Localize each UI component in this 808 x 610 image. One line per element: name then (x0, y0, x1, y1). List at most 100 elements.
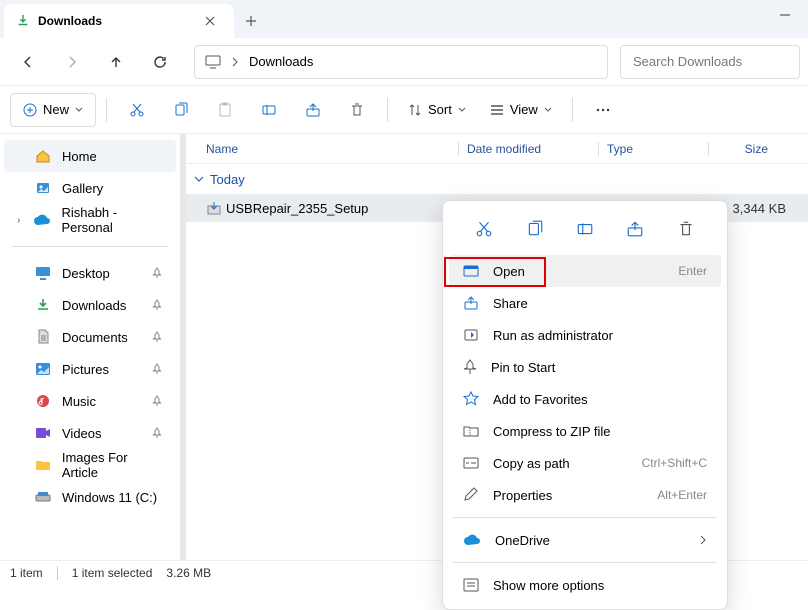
share-icon (463, 295, 479, 311)
drive-icon (34, 491, 52, 503)
view-label: View (510, 102, 538, 117)
ctx-copy-path[interactable]: Copy as path Ctrl+Shift+C (449, 447, 721, 479)
zip-icon (463, 424, 479, 438)
videos-icon (34, 427, 52, 439)
ctx-open[interactable]: Open Enter (449, 255, 721, 287)
onedrive-icon (33, 214, 51, 226)
ctx-rename-button[interactable] (567, 213, 603, 245)
breadcrumb-chevron-icon (231, 57, 239, 67)
sidebar-label: Pictures (62, 362, 109, 377)
pin-icon (152, 267, 166, 279)
column-date[interactable]: Date modified (458, 142, 598, 156)
sidebar-item-downloads[interactable]: Downloads (4, 289, 176, 321)
sidebar-label: Images For Article (62, 450, 166, 480)
ctx-pin-start[interactable]: Pin to Start (449, 351, 721, 383)
sidebar-label: Windows 11 (C:) (62, 490, 157, 505)
search-input[interactable]: Search Downloads (620, 45, 800, 79)
ctx-label: Properties (493, 488, 643, 503)
ctx-delete-button[interactable] (668, 213, 704, 245)
ctx-copy-button[interactable] (517, 213, 553, 245)
forward-button[interactable] (52, 44, 92, 80)
download-icon (16, 14, 30, 28)
pin-icon (463, 359, 477, 375)
ctx-compress[interactable]: Compress to ZIP file (449, 415, 721, 447)
more-icon (463, 578, 479, 592)
sidebar-item-images-article[interactable]: Images For Article (4, 449, 176, 481)
browser-tab[interactable]: Downloads (4, 4, 234, 38)
column-type[interactable]: Type (598, 142, 708, 156)
ctx-shortcut: Ctrl+Shift+C (642, 456, 707, 470)
new-button[interactable]: New (10, 93, 96, 127)
ctx-add-fav[interactable]: Add to Favorites (449, 383, 721, 415)
sort-button[interactable]: Sort (398, 92, 476, 128)
ctx-run-admin[interactable]: Run as administrator (449, 319, 721, 351)
sidebar-item-videos[interactable]: Videos (4, 417, 176, 449)
pc-icon (205, 55, 221, 69)
installer-icon (206, 200, 226, 216)
sidebar-label: Desktop (62, 266, 110, 281)
pictures-icon (34, 362, 52, 376)
sidebar-item-personal[interactable]: › Rishabh - Personal (4, 204, 176, 236)
column-size[interactable]: Size (708, 142, 788, 156)
sidebar-label: Gallery (62, 181, 103, 196)
up-button[interactable] (96, 44, 136, 80)
admin-icon (463, 327, 479, 343)
sidebar-item-desktop[interactable]: Desktop (4, 257, 176, 289)
pin-icon (152, 395, 166, 407)
share-button[interactable] (293, 92, 333, 128)
sidebar-item-drive-c[interactable]: Windows 11 (C:) (4, 481, 176, 513)
sidebar-item-documents[interactable]: Documents (4, 321, 176, 353)
paste-button (205, 92, 245, 128)
pin-icon (152, 427, 166, 439)
sidebar-label: Rishabh - Personal (61, 205, 166, 235)
pin-icon (152, 363, 166, 375)
ctx-label: Share (493, 296, 707, 311)
delete-button[interactable] (337, 92, 377, 128)
ctx-show-more[interactable]: Show more options (449, 569, 721, 601)
new-tab-button[interactable] (234, 4, 268, 38)
sidebar-item-gallery[interactable]: Gallery (4, 172, 176, 204)
ctx-properties[interactable]: Properties Alt+Enter (449, 479, 721, 511)
ctx-cut-button[interactable] (466, 213, 502, 245)
properties-icon (463, 487, 479, 503)
group-label: Today (210, 172, 245, 187)
sidebar-item-pictures[interactable]: Pictures (4, 353, 176, 385)
ctx-label: OneDrive (495, 533, 685, 548)
status-count: 1 item (10, 566, 43, 580)
column-name[interactable]: Name (206, 142, 458, 156)
status-selected: 1 item selected (72, 566, 153, 580)
close-icon[interactable] (198, 9, 222, 33)
open-icon (463, 264, 479, 278)
minimize-button[interactable] (762, 0, 808, 30)
ctx-shortcut: Alt+Enter (657, 488, 707, 502)
search-placeholder: Search Downloads (633, 54, 742, 69)
group-header[interactable]: Today (186, 164, 808, 194)
ctx-label: Show more options (493, 578, 707, 593)
address-bar[interactable]: Downloads (194, 45, 608, 79)
pin-icon (152, 331, 166, 343)
back-button[interactable] (8, 44, 48, 80)
chevron-down-icon (194, 175, 204, 183)
star-icon (463, 391, 479, 407)
sidebar-label: Music (62, 394, 96, 409)
cut-button[interactable] (117, 92, 157, 128)
sidebar-item-home[interactable]: Home (4, 140, 176, 172)
new-label: New (43, 102, 69, 117)
view-button[interactable]: View (480, 92, 562, 128)
desktop-icon (34, 266, 52, 280)
ctx-share[interactable]: Share (449, 287, 721, 319)
sidebar-item-music[interactable]: Music (4, 385, 176, 417)
rename-button[interactable] (249, 92, 289, 128)
chevron-right-icon (699, 535, 707, 545)
ctx-label: Run as administrator (493, 328, 707, 343)
file-size: 3,344 KB (720, 201, 800, 216)
refresh-button[interactable] (140, 44, 180, 80)
sidebar-label: Home (62, 149, 97, 164)
sidebar-label: Downloads (62, 298, 126, 313)
file-name: USBRepair_2355_Setup (226, 201, 470, 216)
ctx-onedrive[interactable]: OneDrive (449, 524, 721, 556)
more-button[interactable] (583, 92, 623, 128)
ctx-share-button[interactable] (617, 213, 653, 245)
copy-button[interactable] (161, 92, 201, 128)
status-size: 3.26 MB (166, 566, 211, 580)
